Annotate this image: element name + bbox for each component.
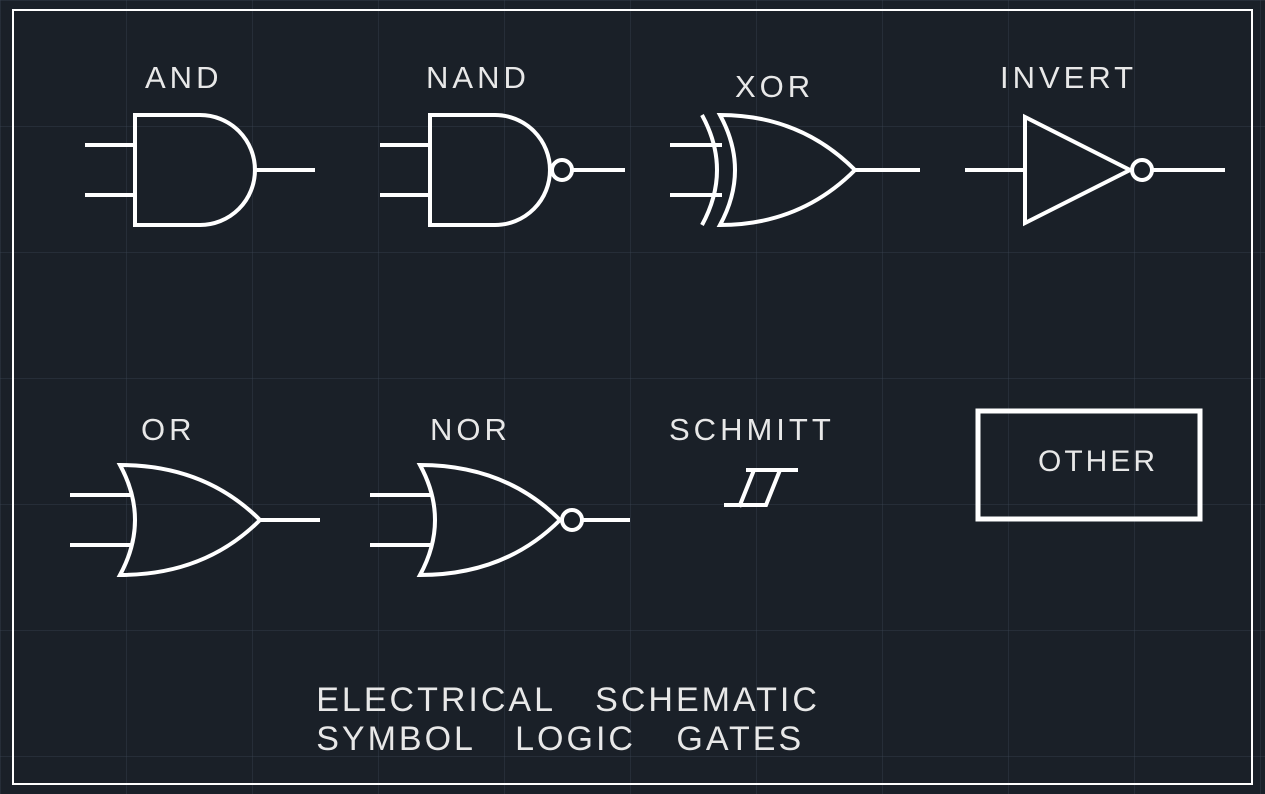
- nand-label: NAND: [426, 60, 530, 96]
- diagram-title: ELECTRICAL SCHEMATIC SYMBOL LOGIC GATES: [316, 681, 949, 759]
- or-label: OR: [141, 412, 196, 448]
- other-box-symbol: [975, 408, 1215, 528]
- xor-label: XOR: [735, 69, 814, 105]
- xor-gate-symbol: [660, 105, 930, 245]
- and-gate-symbol: [75, 105, 325, 245]
- nand-gate-symbol: [370, 105, 630, 245]
- nor-label: NOR: [430, 412, 511, 448]
- and-label: AND: [145, 60, 222, 96]
- nor-gate-symbol: [365, 455, 635, 595]
- or-gate-symbol: [65, 455, 325, 595]
- schmitt-label: SCHMITT: [669, 412, 835, 448]
- invert-label: INVERT: [1000, 60, 1137, 96]
- invert-gate-symbol: [955, 105, 1235, 245]
- schmitt-symbol: [718, 460, 818, 520]
